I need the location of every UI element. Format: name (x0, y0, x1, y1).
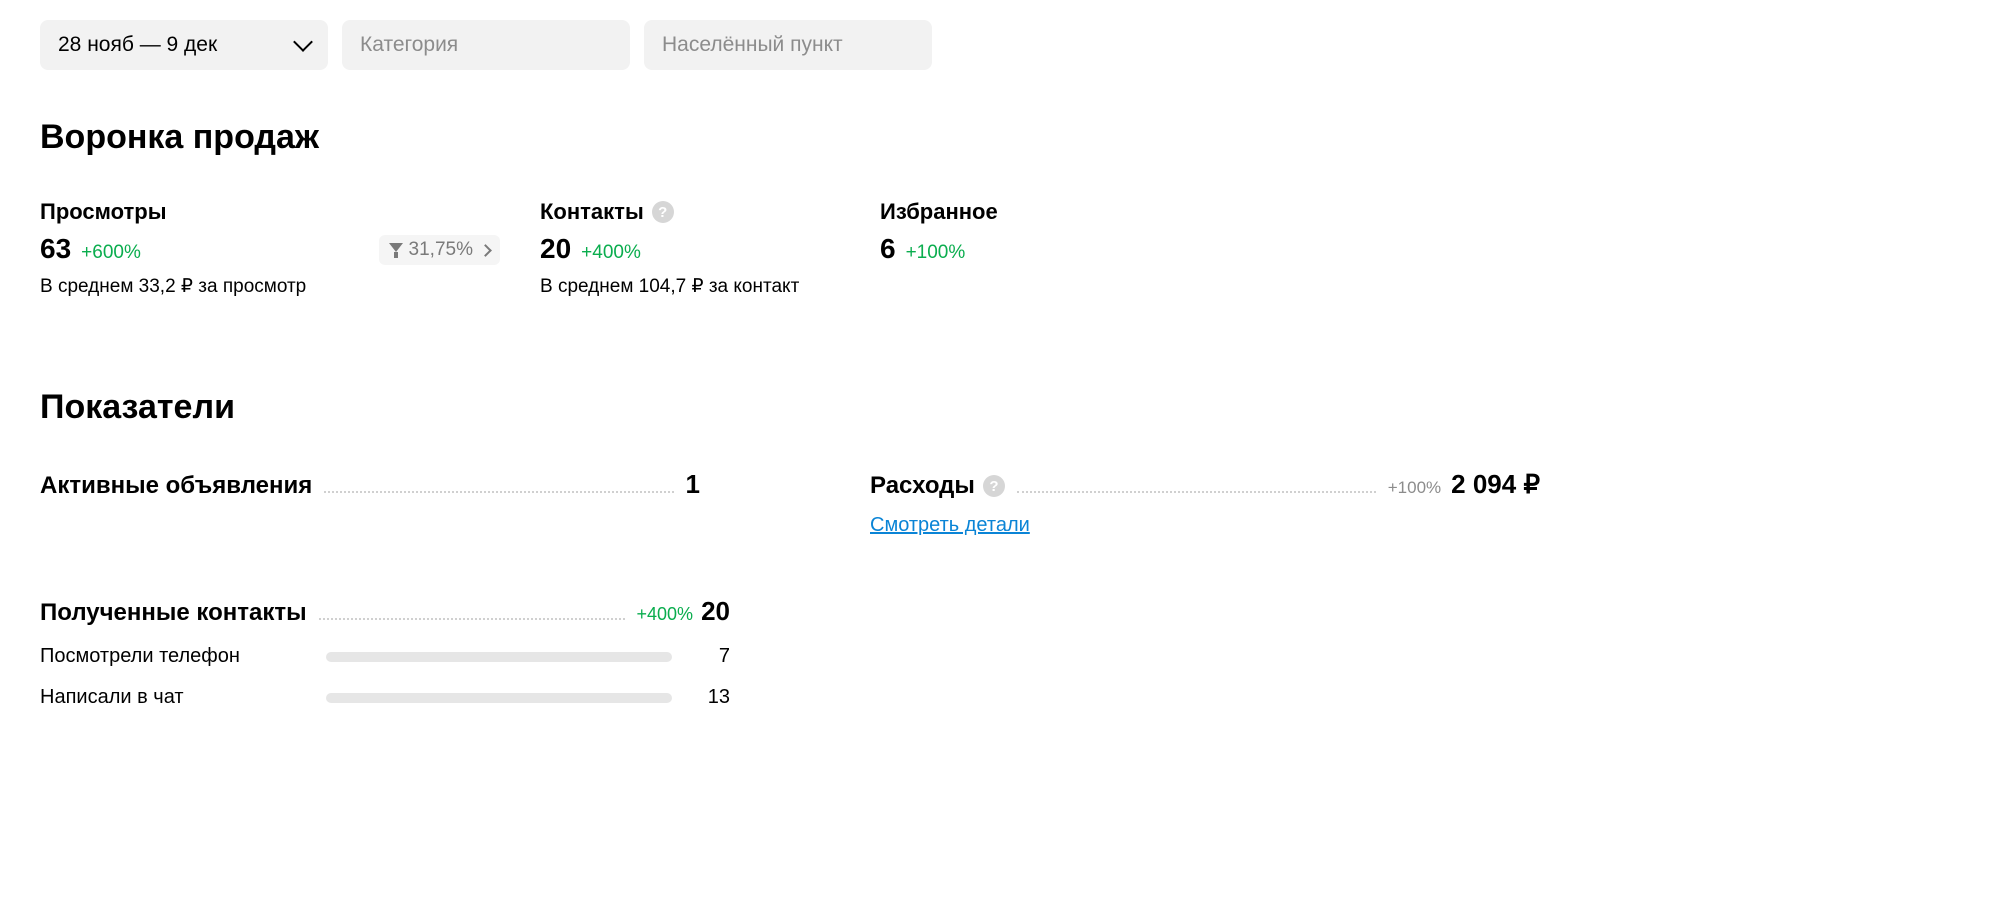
contacts-value: 20 (540, 233, 571, 265)
expenses-value: 2 094 ₽ (1451, 469, 1540, 500)
help-icon[interactable]: ? (983, 475, 1005, 497)
funnel-title: Воронка продаж (40, 118, 1960, 157)
favorites-delta: +100% (906, 242, 966, 264)
received-contacts-label: Полученные контакты (40, 599, 307, 627)
city-picker[interactable]: Населённый пункт (644, 20, 932, 70)
contacts-delta: +400% (581, 242, 641, 264)
funnel-contacts: Контакты ? 20 +400% В среднем 104,7 ₽ за… (540, 199, 880, 298)
dots-divider (319, 618, 625, 620)
favorites-value: 6 (880, 233, 896, 265)
expenses-label: Расходы (870, 472, 975, 500)
bar-track (326, 652, 673, 662)
category-picker[interactable]: Категория (342, 20, 630, 70)
funnel-views: Просмотры 63 +600% В среднем 33,2 ₽ за п… (40, 199, 540, 298)
funnel-row: Просмотры 63 +600% В среднем 33,2 ₽ за п… (40, 199, 1960, 298)
received-contacts-value: 20 (701, 596, 730, 627)
bar-value: 7 (690, 645, 730, 668)
funnel-favorites: Избранное 6 +100% (880, 199, 1160, 298)
date-range-value: 28 нояб — 9 дек (58, 33, 217, 57)
indicators-title: Показатели (40, 388, 1960, 427)
filters-row: 28 нояб — 9 дек Категория Населённый пун… (40, 20, 1960, 70)
active-ads-value: 1 (686, 469, 700, 500)
dots-divider (324, 491, 673, 493)
funnel-icon (389, 243, 403, 257)
expenses-change: +100% (1388, 478, 1441, 498)
active-ads-row: Активные объявления 1 (40, 469, 700, 500)
bar-track (326, 693, 673, 703)
help-icon[interactable]: ? (652, 201, 674, 223)
views-delta: +600% (81, 242, 141, 264)
conversion-badge[interactable]: 31,75% (379, 235, 500, 265)
date-range-picker[interactable]: 28 нояб — 9 дек (40, 20, 328, 70)
views-value: 63 (40, 233, 71, 265)
contacts-avg: В среднем 104,7 ₽ за контакт (540, 275, 880, 298)
dots-divider (1017, 491, 1376, 493)
favorites-label: Избранное (880, 199, 1160, 225)
bar-value: 13 (690, 686, 730, 709)
category-placeholder: Категория (360, 33, 458, 57)
expenses-row: Расходы ? +100% 2 094 ₽ (870, 469, 1540, 500)
contact-bar-chat: Написали в чат 13 (40, 686, 730, 709)
views-avg: В среднем 33,2 ₽ за просмотр (40, 275, 540, 298)
contacts-label: Контакты (540, 199, 644, 225)
bar-label: Посмотрели телефон (40, 645, 308, 668)
bar-label: Написали в чат (40, 686, 308, 709)
views-label: Просмотры (40, 199, 540, 225)
city-placeholder: Населённый пункт (662, 33, 843, 57)
received-contacts-delta: +400% (637, 604, 694, 625)
indicators-grid: Активные объявления 1 Полученные контакт… (40, 469, 1960, 709)
active-ads-label: Активные объявления (40, 472, 312, 500)
chevron-right-icon (479, 244, 492, 257)
expenses-details-link[interactable]: Смотреть детали (870, 514, 1030, 537)
received-contacts-block: Полученные контакты +400% 20 Посмотрели … (40, 596, 730, 709)
contact-bar-phone: Посмотрели телефон 7 (40, 645, 730, 668)
conversion-value: 31,75% (409, 239, 473, 261)
chevron-down-icon (293, 32, 313, 52)
